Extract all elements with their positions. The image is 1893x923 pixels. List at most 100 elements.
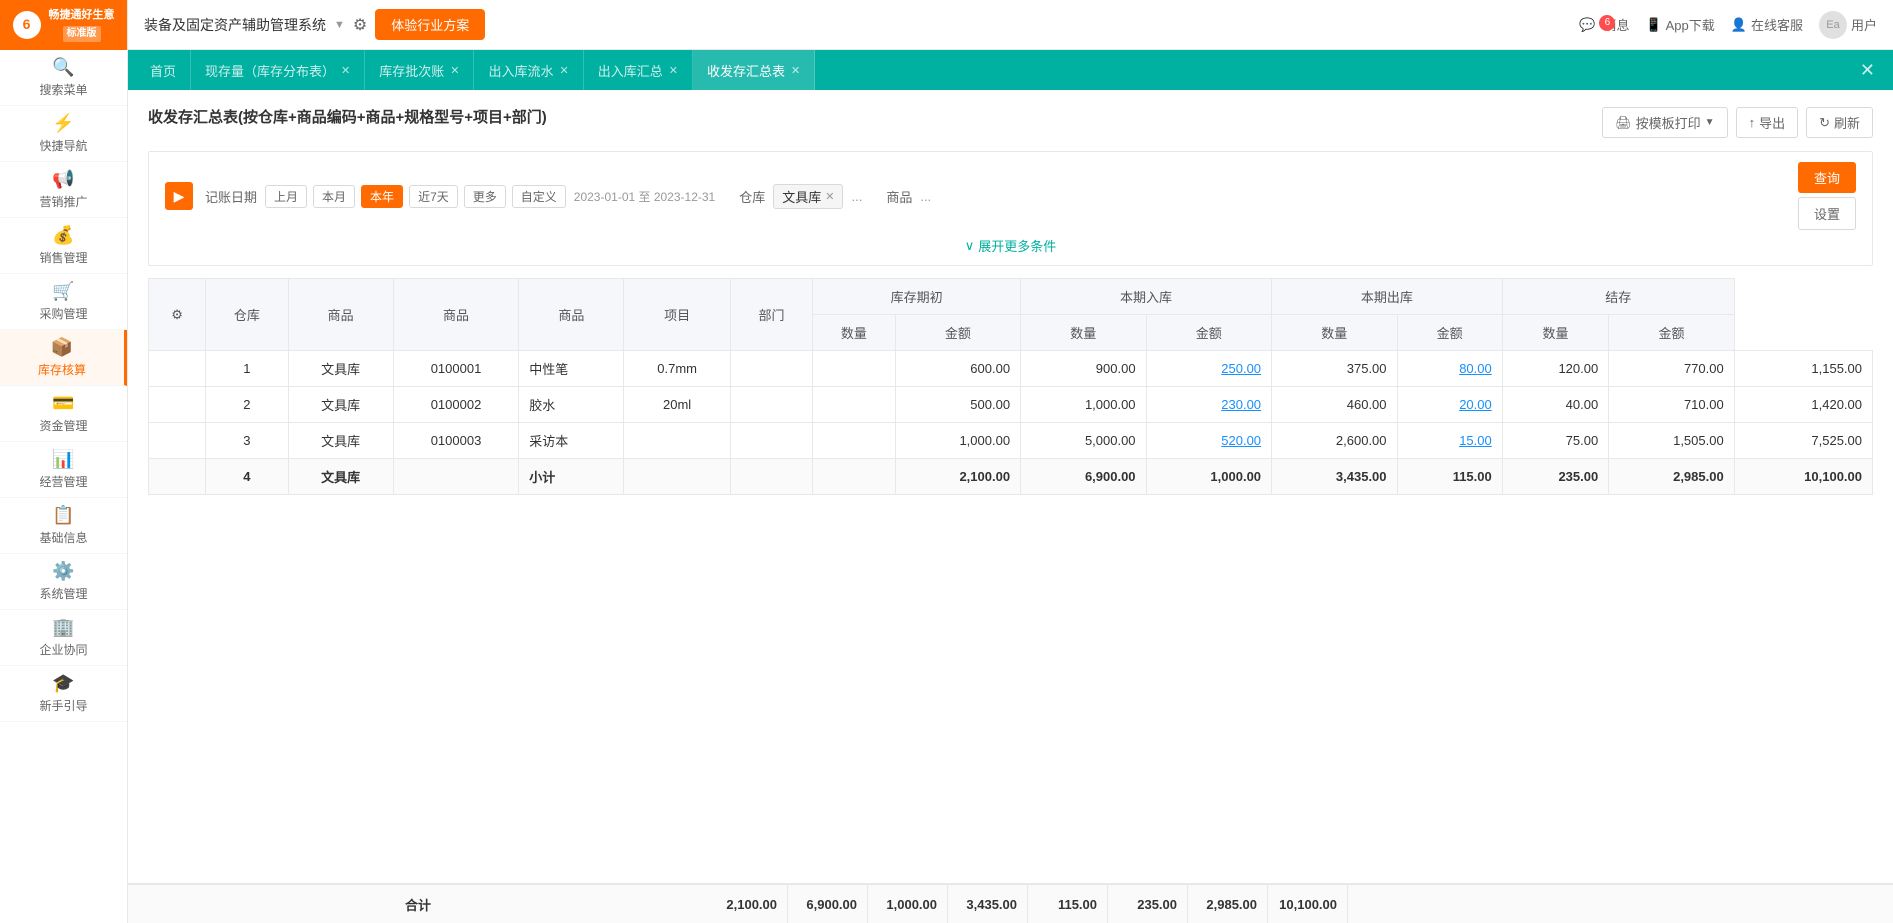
tab-home[interactable]: 首页 (136, 50, 191, 90)
footer-total: 合计 2,100.00 6,900.00 1,000.00 3,435.00 1… (128, 883, 1893, 923)
tab-summary[interactable]: 出入库汇总 ✕ (584, 50, 693, 90)
tab-recv-send[interactable]: 收发存汇总表 ✕ (693, 50, 815, 90)
close-recv-send-icon[interactable]: ✕ (791, 64, 800, 77)
date-btn-custom[interactable]: 自定义 (512, 185, 566, 208)
footer-in-amt: 3,435.00 (948, 885, 1028, 923)
th-spec: 商品 (519, 279, 624, 351)
tab-batch[interactable]: 库存批次账 ✕ (365, 50, 474, 90)
trial-button[interactable]: 体验行业方案 (375, 9, 485, 40)
sidebar-item-inventory[interactable]: 📦 库存核算 (0, 330, 127, 386)
close-all-tabs-icon[interactable]: ✕ (1850, 60, 1885, 81)
query-button[interactable]: 查询 (1798, 162, 1856, 193)
row-opening-qty: 1,000.00 (895, 423, 1020, 459)
chart-icon: 📊 (52, 449, 74, 470)
message-button[interactable]: 💬 6 消息 (1579, 15, 1629, 34)
footer-in-qty: 1,000.00 (868, 885, 948, 923)
sidebar-item-sales[interactable]: 💰 销售管理 (0, 218, 127, 274)
row-out-amt: 235.00 (1502, 459, 1608, 495)
row-name: 采访本 (519, 423, 624, 459)
date-btn-this-year[interactable]: 本年 (361, 185, 403, 208)
warehouse-tag[interactable]: 文具库 ✕ (773, 184, 843, 209)
row-in-amt: 3,435.00 (1272, 459, 1397, 495)
row-project (730, 351, 812, 387)
row-code (393, 459, 519, 495)
close-batch-icon[interactable]: ✕ (450, 64, 459, 77)
cart-icon: 🛒 (52, 281, 74, 302)
sidebar-item-newbie[interactable]: 🎓 新手引导 (0, 666, 127, 722)
th-opening-qty: 数量 (813, 315, 895, 351)
dropdown-arrow-icon: ▼ (334, 19, 345, 31)
table-row: 3文具库0100003采访本1,000.005,000.00520.002,60… (149, 423, 1873, 459)
chevron-down-icon: ▼ (1705, 117, 1715, 128)
sidebar-item-marketing[interactable]: 📢 营销推广 (0, 162, 127, 218)
sidebar-item-basic[interactable]: 📋 基础信息 (0, 498, 127, 554)
row-out-qty[interactable]: 20.00 (1397, 387, 1502, 423)
row-project (730, 459, 812, 495)
page-container: 收发存汇总表(按仓库+商品编码+商品+规格型号+项目+部门) 🖨 按模板打印 ▼… (128, 90, 1893, 923)
row-in-qty[interactable]: 520.00 (1146, 423, 1271, 459)
date-btn-this-month[interactable]: 本月 (313, 185, 355, 208)
date-btn-more[interactable]: 更多 (464, 185, 506, 208)
date-range-display: 2023-01-01 至 2023-12-31 (574, 188, 715, 205)
row-out-qty[interactable]: 15.00 (1397, 423, 1502, 459)
row-warehouse: 文具库 (288, 387, 393, 423)
message-icon: 💬 (1579, 17, 1595, 33)
warehouse-tag-close-icon[interactable]: ✕ (825, 190, 834, 203)
row-in-qty[interactable]: 250.00 (1146, 351, 1271, 387)
topbar-right: 💬 6 消息 📱 App下载 👤 在线客服 Ea 用户 (1579, 11, 1877, 39)
chevron-down-icon: ∨ (965, 238, 975, 254)
service-button[interactable]: 👤 在线客服 (1731, 15, 1803, 34)
row-code: 0100002 (393, 387, 519, 423)
sidebar-item-quick[interactable]: ⚡ 快捷导航 (0, 106, 127, 162)
date-btn-last-month[interactable]: 上月 (265, 185, 307, 208)
filter-area: ▶ 记账日期 上月 本月 本年 近7天 更多 自定义 2023-01-01 至 … (148, 151, 1873, 266)
table-row: 2文具库0100002胶水20ml500.001,000.00230.00460… (149, 387, 1873, 423)
filter-toggle-button[interactable]: ▶ (165, 182, 193, 210)
row-out-qty[interactable]: 115.00 (1397, 459, 1502, 495)
row-name: 胶水 (519, 387, 624, 423)
goods-more-dots[interactable]: ... (920, 189, 931, 204)
th-in-qty: 数量 (1021, 315, 1146, 351)
row-in-qty[interactable]: 230.00 (1146, 387, 1271, 423)
sidebar-item-system[interactable]: ⚙️ 系统管理 (0, 554, 127, 610)
close-stock-dist-icon[interactable]: ✕ (341, 64, 350, 77)
settings-icon[interactable]: ⚙ (353, 15, 367, 35)
settings-button[interactable]: 设置 (1798, 197, 1856, 230)
close-flow-icon[interactable]: ✕ (560, 64, 569, 77)
row-project (730, 423, 812, 459)
money-icon: 💰 (52, 225, 74, 246)
table-settings-col[interactable]: ⚙ (149, 279, 206, 351)
warehouse-more-dots[interactable]: ... (851, 189, 862, 204)
sidebar-item-assets[interactable]: 💳 资金管理 (0, 386, 127, 442)
row-dept (813, 423, 895, 459)
sidebar-item-operations[interactable]: 📊 经营管理 (0, 442, 127, 498)
system-dropdown[interactable]: ▼ (334, 19, 345, 31)
row-spec: 0.7mm (624, 351, 730, 387)
avatar: Ea (1819, 11, 1847, 39)
close-summary-icon[interactable]: ✕ (669, 64, 678, 77)
tab-flow[interactable]: 出入库流水 ✕ (474, 50, 583, 90)
sidebar-item-enterprise[interactable]: 🏢 企业协同 (0, 610, 127, 666)
row-out-qty[interactable]: 80.00 (1397, 351, 1502, 387)
page-title: 收发存汇总表(按仓库+商品编码+商品+规格型号+项目+部门) (148, 106, 547, 127)
row-opening-amt: 900.00 (1021, 351, 1146, 387)
user-menu[interactable]: Ea 用户 (1819, 11, 1877, 39)
card-icon: 💳 (52, 393, 74, 414)
sidebar-item-purchase[interactable]: 🛒 采购管理 (0, 274, 127, 330)
tab-stock-dist[interactable]: 现存量（库存分布表） ✕ (191, 50, 365, 90)
logo-tag: 标准版 (63, 26, 101, 42)
date-filter-label: 记账日期 (205, 187, 257, 206)
export-button[interactable]: ↑ 导出 (1736, 107, 1799, 138)
date-btn-7days[interactable]: 近7天 (409, 185, 458, 208)
app-download-button[interactable]: 📱 App下载 (1645, 15, 1714, 34)
row-in-qty[interactable]: 1,000.00 (1146, 459, 1271, 495)
footer-out-qty: 115.00 (1028, 885, 1108, 923)
refresh-button[interactable]: ↻ 刷新 (1806, 107, 1873, 138)
expand-conditions-button[interactable]: ∨ 展开更多条件 (965, 236, 1057, 255)
print-button[interactable]: 🖨 按模板打印 ▼ (1602, 107, 1727, 138)
logo-icon: 6 (13, 11, 41, 39)
sidebar-item-search[interactable]: 🔍 搜索菜单 (0, 50, 127, 106)
date-filter-buttons: 上月 本月 本年 近7天 更多 自定义 (265, 185, 566, 208)
th-in-amt: 金额 (1146, 315, 1271, 351)
logo-text: 畅捷通好生意 (49, 8, 115, 23)
